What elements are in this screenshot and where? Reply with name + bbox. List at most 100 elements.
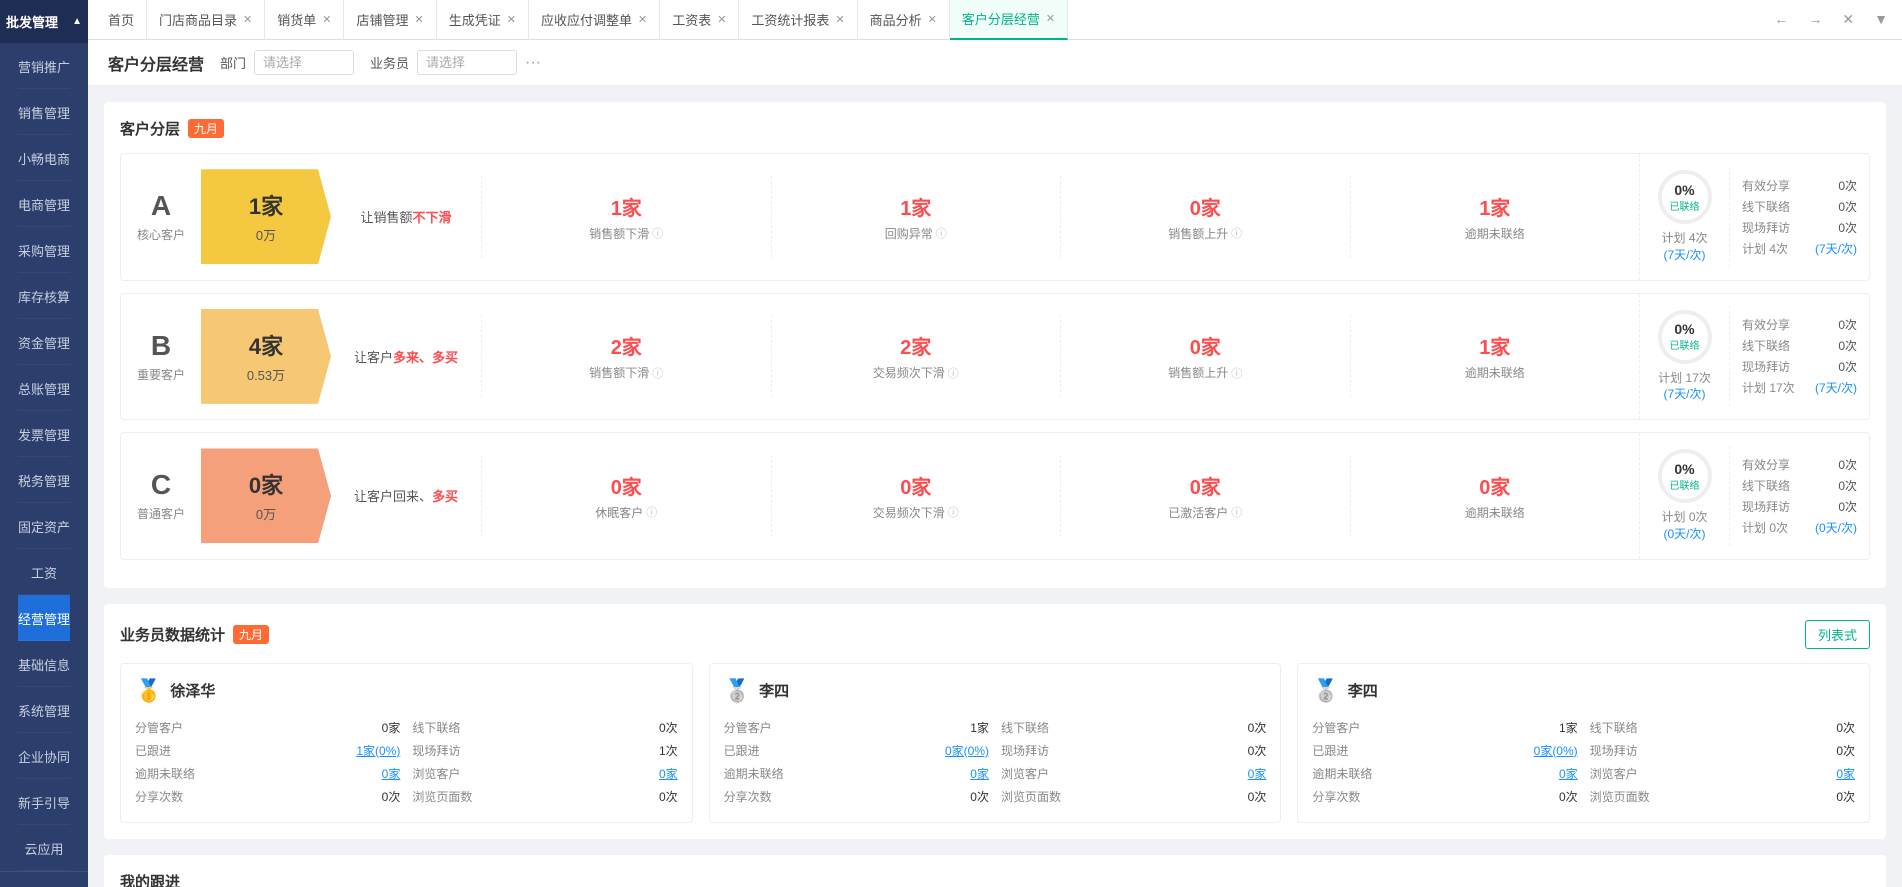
sidebar-settings-item[interactable]: ⚙ xyxy=(0,871,88,887)
tab-close-icon[interactable]: ✕ xyxy=(717,13,726,26)
sidebar-item-云应用[interactable]: 云应用 xyxy=(18,825,70,871)
tier-row-B: B 重要客户 4家 0.53万 让客户多来、多买 2家 销售额下滑ⓘ 2家 交易… xyxy=(120,293,1870,421)
tier-label-B: B 重要客户 xyxy=(121,310,201,403)
sidebar-item-工资[interactable]: 工资 xyxy=(18,549,70,595)
tab-商品分析[interactable]: 商品分析✕ xyxy=(858,0,950,40)
tier-right-stats-C: 有效分享0次线下联络0次现场拜访0次计划 0次(0天/次) xyxy=(1729,446,1869,546)
sales-stat: 浏览页面数 0次 xyxy=(412,785,677,808)
sales-stat: 浏览页面数 0次 xyxy=(1590,785,1855,808)
sidebar-item-发票管理[interactable]: 发票管理 xyxy=(18,411,70,457)
tier-main-stat-B: 4家 0.53万 xyxy=(201,309,331,404)
sidebar-item-销售管理[interactable]: 销售管理 xyxy=(18,89,70,135)
customer-tier-title: 客户分层 xyxy=(120,118,180,139)
sales-stats-month: 九月 xyxy=(233,625,269,644)
sidebar-item-资金管理[interactable]: 资金管理 xyxy=(18,319,70,365)
sidebar-title: 批发管理 xyxy=(6,12,58,31)
tier-stat-item: 2家 销售额下滑ⓘ xyxy=(481,315,771,397)
tier-desc-C: 让客户回来、多买 xyxy=(331,486,481,505)
tier-stat-item: 1家 销售额下滑ⓘ xyxy=(481,176,771,258)
tab-next-icon[interactable]: → xyxy=(1802,9,1828,30)
sidebar-item-小畅电商[interactable]: 小畅电商 xyxy=(18,135,70,181)
tab-close-icon[interactable]: ✕ xyxy=(928,13,937,26)
tier-stat-item: 0家 销售额上升ⓘ xyxy=(1060,176,1350,258)
tab-menu-icon[interactable]: ▼ xyxy=(1868,9,1894,30)
customer-tier-month: 九月 xyxy=(188,119,224,138)
sidebar-item-电商管理[interactable]: 电商管理 xyxy=(18,181,70,227)
sales-card-2: 🥈 李四 分管客户 1家 已跟进 0家(0%) 逾期未联络 0家 分享次数 0次… xyxy=(1297,663,1870,823)
sidebar-item-基础信息[interactable]: 基础信息 xyxy=(18,641,70,687)
sidebar-item-企业协同[interactable]: 企业协同 xyxy=(18,733,70,779)
tab-店铺管理[interactable]: 店铺管理✕ xyxy=(344,0,436,40)
sidebar-item-营销推广[interactable]: 营销推广 xyxy=(18,43,70,89)
sidebar-item-采购管理[interactable]: 采购管理 xyxy=(18,227,70,273)
sidebar-item-库存核算[interactable]: 库存核算 xyxy=(18,273,70,319)
sales-name: 李四 xyxy=(759,680,789,701)
tab-应收应付调整单[interactable]: 应收应付调整单✕ xyxy=(529,0,660,40)
page-title: 客户分层经营 xyxy=(108,51,204,75)
sales-stats: 分管客户 0家 已跟进 1家(0%) 逾期未联络 0家 分享次数 0次 线下联络… xyxy=(135,716,678,808)
sidebar-item-经营管理[interactable]: 经营管理 xyxy=(18,595,70,641)
tier-stats-A: 1家 销售额下滑ⓘ 1家 回购异常ⓘ 0家 销售额上升ⓘ 1家 逾期未联络 xyxy=(481,176,1639,258)
tab-close-icon[interactable]: ✕ xyxy=(415,13,424,26)
sidebar-header[interactable]: 批发管理 ▲ xyxy=(0,0,88,43)
sales-stats-right: 线下联络 0次 现场拜访 0次 浏览客户 0家 浏览页面数 0次 xyxy=(1001,716,1266,808)
tab-close-all-icon[interactable]: ✕ xyxy=(1836,9,1860,30)
sales-stats-header: 业务员数据统计 九月 列表式 xyxy=(120,620,1870,649)
tab-close-icon[interactable]: ✕ xyxy=(243,13,252,26)
sales-stat: 分享次数 0次 xyxy=(135,785,400,808)
tier-stats-C: 0家 休眠客户ⓘ 0家 交易频次下滑ⓘ 0家 已激活客户ⓘ 0家 逾期未联络 xyxy=(481,455,1639,537)
tab-close-icon[interactable]: ✕ xyxy=(322,13,331,26)
sales-stat: 现场拜访 0次 xyxy=(1001,739,1266,762)
sidebar-item-固定资产[interactable]: 固定资产 xyxy=(18,503,70,549)
tab-close-icon[interactable]: ✕ xyxy=(507,13,516,26)
tier-right-stats-B: 有效分享0次线下联络0次现场拜访0次计划 17次(7天/次) xyxy=(1729,306,1869,406)
sidebar-item-总账管理[interactable]: 总账管理 xyxy=(18,365,70,411)
sales-name: 李四 xyxy=(1348,680,1378,701)
tier-stat-item: 2家 交易频次下滑ⓘ xyxy=(771,315,1061,397)
tier-circle-C: 0% 已联络 计划 0次(0天/次) xyxy=(1639,433,1729,559)
tab-首页[interactable]: 首页 xyxy=(96,0,147,40)
sales-stats-title: 业务员数据统计 xyxy=(120,624,225,645)
sales-stats-right: 线下联络 0次 现场拜访 0次 浏览客户 0家 浏览页面数 0次 xyxy=(1590,716,1855,808)
tier-stat-item: 1家 逾期未联络 xyxy=(1350,315,1640,397)
list-view-button[interactable]: 列表式 xyxy=(1805,620,1870,649)
sales-stats-right: 线下联络 0次 现场拜访 1次 浏览客户 0家 浏览页面数 0次 xyxy=(412,716,677,808)
sales-stat: 浏览客户 0家 xyxy=(412,762,677,785)
tab-客户分层经营[interactable]: 客户分层经营✕ xyxy=(950,0,1068,40)
sales-stat: 已跟进 0家(0%) xyxy=(1312,739,1577,762)
tier-row-A: A 核心客户 1家 0万 让销售额不下滑 1家 销售额下滑ⓘ 1家 回购异常ⓘ … xyxy=(120,153,1870,281)
tab-门店商品目录[interactable]: 门店商品目录✕ xyxy=(147,0,265,40)
sidebar-item-系统管理[interactable]: 系统管理 xyxy=(18,687,70,733)
tab-close-icon[interactable]: ✕ xyxy=(638,13,647,26)
tab-close-icon[interactable]: ✕ xyxy=(1046,12,1055,25)
dept-filter: 部门 请选择 xyxy=(220,50,354,75)
sales-stats-left: 分管客户 1家 已跟进 0家(0%) 逾期未联络 0家 分享次数 0次 xyxy=(724,716,989,808)
sidebar-item-税务管理[interactable]: 税务管理 xyxy=(18,457,70,503)
tab-prev-icon[interactable]: ← xyxy=(1768,9,1794,30)
sidebar-items: 营销推广销售管理小畅电商电商管理采购管理库存核算资金管理总账管理发票管理税务管理… xyxy=(18,43,70,871)
tab-销货单[interactable]: 销货单✕ xyxy=(265,0,344,40)
sales-stats: 分管客户 1家 已跟进 0家(0%) 逾期未联络 0家 分享次数 0次 线下联络… xyxy=(724,716,1267,808)
sales-stats-section: 业务员数据统计 九月 列表式 🥇 徐泽华 分管客户 0家 已跟进 1家(0%) xyxy=(104,604,1886,839)
sales-stat: 浏览页面数 0次 xyxy=(1001,785,1266,808)
customer-tier-header: 客户分层 九月 xyxy=(120,118,1870,139)
sales-card-header: 🥈 李四 xyxy=(1312,678,1855,704)
tier-row-C: C 普通客户 0家 0万 让客户回来、多买 0家 休眠客户ⓘ 0家 交易频次下滑… xyxy=(120,432,1870,560)
tab-close-icon[interactable]: ✕ xyxy=(835,13,844,26)
sales-grid: 🥇 徐泽华 分管客户 0家 已跟进 1家(0%) 逾期未联络 0家 分享次数 0… xyxy=(120,663,1870,823)
dept-select[interactable]: 请选择 xyxy=(254,50,354,75)
sidebar-collapse-icon: ▲ xyxy=(72,16,82,27)
tier-stat-item: 1家 回购异常ⓘ xyxy=(771,176,1061,258)
sales-stat: 现场拜访 0次 xyxy=(1590,739,1855,762)
sidebar-item-新手引导[interactable]: 新手引导 xyxy=(18,779,70,825)
page-content: 客户分层 九月 A 核心客户 1家 0万 让销售额不下滑 1家 销售额下滑ⓘ 1… xyxy=(88,86,1902,887)
sales-stat: 逾期未联络 0家 xyxy=(135,762,400,785)
tab-生成凭证[interactable]: 生成凭证✕ xyxy=(437,0,529,40)
tab-工资表[interactable]: 工资表✕ xyxy=(660,0,739,40)
tab-工资统计报表[interactable]: 工资统计报表✕ xyxy=(739,0,857,40)
tier-stat-item: 0家 休眠客户ⓘ xyxy=(481,455,771,537)
sales-card-header: 🥇 徐泽华 xyxy=(135,678,678,704)
more-options-icon[interactable]: ··· xyxy=(525,54,541,72)
sales-card-1: 🥈 李四 分管客户 1家 已跟进 0家(0%) 逾期未联络 0家 分享次数 0次… xyxy=(709,663,1282,823)
sales-select[interactable]: 请选择 xyxy=(417,50,517,75)
